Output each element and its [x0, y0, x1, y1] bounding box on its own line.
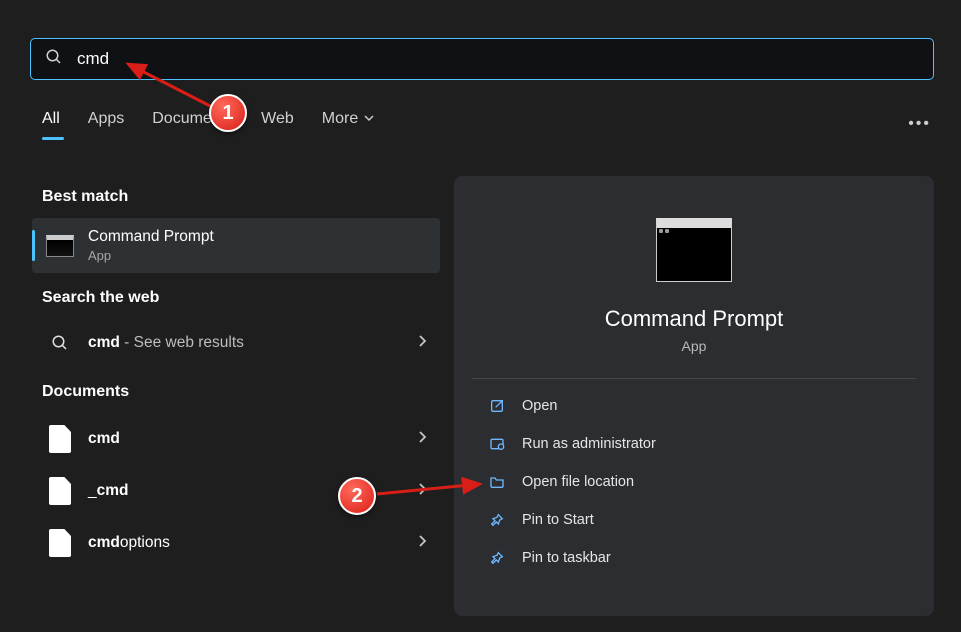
doc-label: cmd [88, 430, 120, 448]
cmd-large-icon [656, 218, 732, 282]
action-open-location[interactable]: Open file location [454, 463, 934, 501]
action-open[interactable]: Open [454, 387, 934, 425]
shield-icon [488, 435, 506, 453]
action-label: Open [522, 398, 557, 414]
best-match-heading: Best match [42, 188, 430, 206]
file-icon [46, 425, 74, 453]
annotation-marker-1: 1 [209, 94, 247, 132]
tab-web[interactable]: Web [261, 110, 294, 138]
document-result[interactable]: cmd [32, 413, 440, 465]
action-label: Pin to taskbar [522, 550, 611, 566]
action-label: Run as administrator [522, 436, 656, 452]
cmd-app-icon [46, 232, 74, 260]
doc-label: _cmd [88, 482, 129, 500]
detail-subtitle: App [454, 338, 934, 354]
detail-title: Command Prompt [454, 306, 934, 332]
search-web-heading: Search the web [42, 289, 430, 307]
search-icon [46, 329, 74, 357]
chevron-right-icon [418, 334, 426, 352]
chevron-right-icon [418, 430, 426, 448]
results-panel: Best match Command Prompt App Search the… [32, 180, 440, 632]
web-result[interactable]: cmd - See web results [32, 319, 440, 367]
chevron-right-icon [418, 534, 426, 552]
best-match-title: Command Prompt [88, 228, 214, 246]
doc-label: cmdoptions [88, 534, 170, 552]
best-match-subtitle: App [88, 248, 214, 263]
annotation-arrow-2 [372, 476, 492, 506]
documents-heading: Documents [42, 383, 430, 401]
action-label: Pin to Start [522, 512, 594, 528]
best-match-result[interactable]: Command Prompt App [32, 218, 440, 273]
chevron-down-icon [364, 110, 374, 128]
web-result-label: cmd - See web results [88, 334, 244, 352]
file-icon [46, 529, 74, 557]
search-icon [45, 48, 63, 71]
pin-icon [488, 511, 506, 529]
action-run-admin[interactable]: Run as administrator [454, 425, 934, 463]
pin-icon [488, 549, 506, 567]
action-pin-taskbar[interactable]: Pin to taskbar [454, 539, 934, 577]
tab-more-label: More [322, 110, 358, 128]
file-icon [46, 477, 74, 505]
detail-panel: Command Prompt App Open Run as administr… [454, 176, 934, 616]
divider [472, 378, 916, 379]
annotation-marker-2: 2 [338, 477, 376, 515]
open-icon [488, 397, 506, 415]
tab-all[interactable]: All [42, 110, 60, 138]
action-label: Open file location [522, 474, 634, 490]
action-pin-start[interactable]: Pin to Start [454, 501, 934, 539]
document-result[interactable]: cmdoptions [32, 517, 440, 569]
tab-more[interactable]: More [322, 110, 374, 138]
overflow-menu[interactable]: ••• [908, 115, 931, 133]
